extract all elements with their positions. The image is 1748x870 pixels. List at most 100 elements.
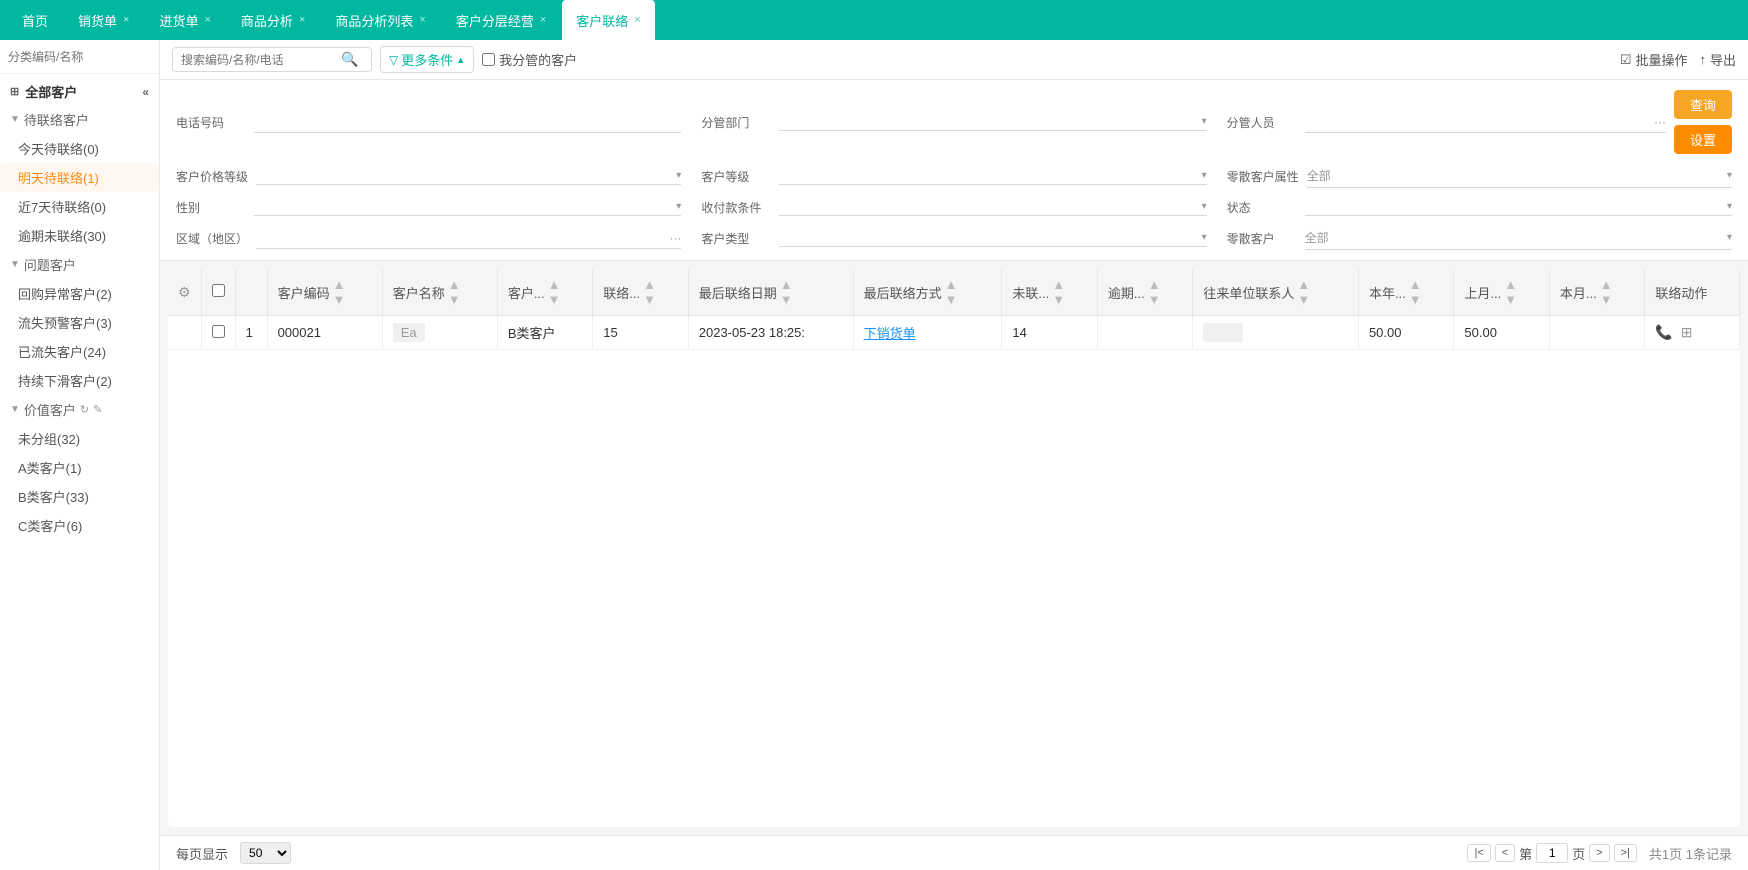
caret-icon3: ▾ <box>1202 170 1207 181</box>
sidebar-item-tomorrow-pending[interactable]: 明天待联络(1) <box>0 163 159 192</box>
nav-close-product-analysis[interactable]: × <box>299 14 305 26</box>
nav-home[interactable]: 首页 <box>8 0 62 40</box>
sidebar-item-ungrouped[interactable]: 未分组(32) <box>0 424 159 453</box>
filter-panel: 电话号码 分管部门 ▾ 分管人员 ··· 查询 设置 <box>160 80 1748 261</box>
filter-gender-select[interactable]: ▾ <box>254 198 681 216</box>
row-contacts: 15 <box>593 316 688 350</box>
row-action-phone-icon[interactable]: 📞 <box>1655 324 1672 341</box>
sidebar-search-input[interactable] <box>8 50 160 64</box>
filter-customer-level-select[interactable]: ▾ <box>779 167 1206 185</box>
more-filters-button[interactable]: ▽ 更多条件 ▲ <box>380 46 474 73</box>
my-customers-checkbox-area: 我分管的客户 <box>482 50 577 69</box>
per-page-select[interactable]: 50 100 200 <box>240 842 291 864</box>
my-customers-checkbox[interactable] <box>482 53 495 66</box>
filter-region-more-icon[interactable]: ··· <box>669 231 681 245</box>
filter-retail-attr: 零散客户属性 全部 ▾ <box>1227 164 1732 188</box>
sidebar-item-churn-warning[interactable]: 流失预警客户(3) <box>0 308 159 337</box>
toolbar-right: ☑ 批量操作 ↑ 导出 <box>1620 50 1736 69</box>
col-last-contact-date: 最后联络日期 ▲▼ <box>688 269 853 316</box>
table-row: 1 000021 Ea B类客户 15 <box>168 316 1740 350</box>
row-gear <box>168 316 201 350</box>
sidebar-item-churned[interactable]: 已流失客户(24) <box>0 337 159 366</box>
sort-arrows-method: ▲▼ <box>945 277 958 307</box>
nav-close-sales-order[interactable]: × <box>123 14 129 26</box>
sidebar-item-declining[interactable]: 持续下滑客户(2) <box>0 366 159 395</box>
page-number-input[interactable] <box>1536 843 1568 863</box>
value-customers-edit-icon[interactable]: ✎ <box>93 403 102 416</box>
filter-customer-level: 客户等级 ▾ <box>701 164 1206 188</box>
filter-customer-type-select[interactable]: ▾ <box>779 229 1206 247</box>
row-action-more-icon[interactable]: ⊞ <box>1681 324 1693 341</box>
sort-arrows-this-year: ▲▼ <box>1409 277 1422 307</box>
nav-close-product-analysis-list[interactable]: × <box>419 14 425 26</box>
main-search-button[interactable]: 🔍 <box>341 51 358 68</box>
col-action: 联络动作 <box>1645 269 1740 316</box>
nav-purchase-order[interactable]: 进货单 × <box>145 0 224 40</box>
filter-manager-select[interactable]: ··· <box>1305 112 1666 133</box>
row-code: 000021 <box>267 316 382 350</box>
col-name: 客户名称 ▲▼ <box>382 269 497 316</box>
query-button[interactable]: 查询 <box>1674 90 1732 119</box>
sidebar-item-today-pending[interactable]: 今天待联络(0) <box>0 134 159 163</box>
sidebar-all-customers[interactable]: ⊞ 全部客户 « <box>0 74 159 105</box>
col-this-month: 本月... ▲▼ <box>1549 269 1644 316</box>
row-last-month: 50.00 <box>1454 316 1549 350</box>
sidebar-group-pending-contact[interactable]: ▼ 待联络客户 <box>0 105 159 134</box>
table-settings-icon[interactable]: ⚙ <box>178 284 191 300</box>
sidebar-item-class-a[interactable]: A类客户(1) <box>0 453 159 482</box>
nav-customer-stratification[interactable]: 客户分层经营 × <box>442 0 560 40</box>
sidebar-item-overdue-contact[interactable]: 逾期未联络(30) <box>0 221 159 250</box>
top-navigation: 首页 销货单 × 进货单 × 商品分析 × 商品分析列表 × 客户分层经营 × … <box>0 0 1748 40</box>
filter-payment-select[interactable]: ▾ <box>779 198 1206 216</box>
customer-table: ⚙ 客户编码 ▲▼ <box>168 269 1740 350</box>
col-this-year: 本年... ▲▼ <box>1358 269 1453 316</box>
filter-retail-attr-select[interactable]: 全部 ▾ <box>1307 164 1732 188</box>
main-layout: 🔍 ⊞ 全部客户 « ▼ 待联络客户 今天待联络(0) 明天待联络(1) 近7天… <box>0 40 1748 870</box>
sidebar-item-7days-pending[interactable]: 近7天待联络(0) <box>0 192 159 221</box>
next-page-button[interactable]: > <box>1589 844 1609 862</box>
nav-product-analysis-list[interactable]: 商品分析列表 × <box>321 0 439 40</box>
select-all-checkbox[interactable] <box>212 284 225 297</box>
caret-icon2: ▾ <box>676 170 681 181</box>
sidebar: 🔍 ⊞ 全部客户 « ▼ 待联络客户 今天待联络(0) 明天待联络(1) 近7天… <box>0 40 160 870</box>
search-box: 🔍 <box>172 47 372 72</box>
col-overdue: 逾期... ▲▼ <box>1097 269 1192 316</box>
nav-customer-contact[interactable]: 客户联络 × <box>562 0 654 40</box>
filter-payment: 收付款条件 ▾ <box>701 198 1206 216</box>
nav-close-customer-stratification[interactable]: × <box>540 14 546 26</box>
sidebar-item-class-c[interactable]: C类客户(6) <box>0 511 159 540</box>
filter-gender: 性别 ▾ <box>176 198 681 216</box>
nav-sales-order[interactable]: 销货单 × <box>64 0 143 40</box>
sidebar-group-problem-customers[interactable]: ▼ 问题客户 <box>0 250 159 279</box>
nav-close-purchase-order[interactable]: × <box>204 14 210 26</box>
filter-region-select[interactable]: ··· <box>256 228 681 249</box>
filter-status-select[interactable]: ▾ <box>1305 198 1732 216</box>
sidebar-item-class-b[interactable]: B类客户(33) <box>0 482 159 511</box>
export-button[interactable]: ↑ 导出 <box>1699 50 1736 69</box>
caret-icon4: ▾ <box>1727 170 1732 181</box>
row-unit-contact <box>1193 316 1359 350</box>
value-customers-refresh-icon[interactable]: ↻ <box>80 403 89 416</box>
filter-more-icon[interactable]: ··· <box>1654 115 1666 129</box>
row-name: Ea <box>382 316 497 350</box>
batch-operation-button[interactable]: ☑ 批量操作 <box>1620 50 1688 69</box>
caret-icon9: ▾ <box>1727 232 1732 243</box>
filter-dept-select[interactable]: ▾ <box>779 113 1206 131</box>
sort-arrows-name: ▲▼ <box>448 277 461 307</box>
main-search-input[interactable] <box>181 53 341 67</box>
col-not-contacted: 未联... ▲▼ <box>1002 269 1097 316</box>
filter-manager: 分管人员 ··· 查询 设置 <box>1227 90 1732 154</box>
last-page-button[interactable]: >| <box>1614 844 1637 862</box>
first-page-button[interactable]: |< <box>1467 844 1490 862</box>
nav-product-analysis[interactable]: 商品分析 × <box>227 0 319 40</box>
row-select-checkbox[interactable] <box>212 325 225 338</box>
filter-phone-input[interactable] <box>254 112 681 133</box>
sidebar-item-repurchase-anomaly[interactable]: 回购异常客户(2) <box>0 279 159 308</box>
sidebar-group-value-customers[interactable]: ▼ 价值客户 ↻ ✎ <box>0 395 159 424</box>
setting-button[interactable]: 设置 <box>1674 125 1732 154</box>
prev-page-button[interactable]: < <box>1495 844 1515 862</box>
row-index: 1 <box>235 316 267 350</box>
nav-close-customer-contact[interactable]: × <box>634 14 640 26</box>
filter-price-level-select[interactable]: ▾ <box>256 167 681 185</box>
filter-retail-customer-select[interactable]: 全部 ▾ <box>1305 226 1732 250</box>
